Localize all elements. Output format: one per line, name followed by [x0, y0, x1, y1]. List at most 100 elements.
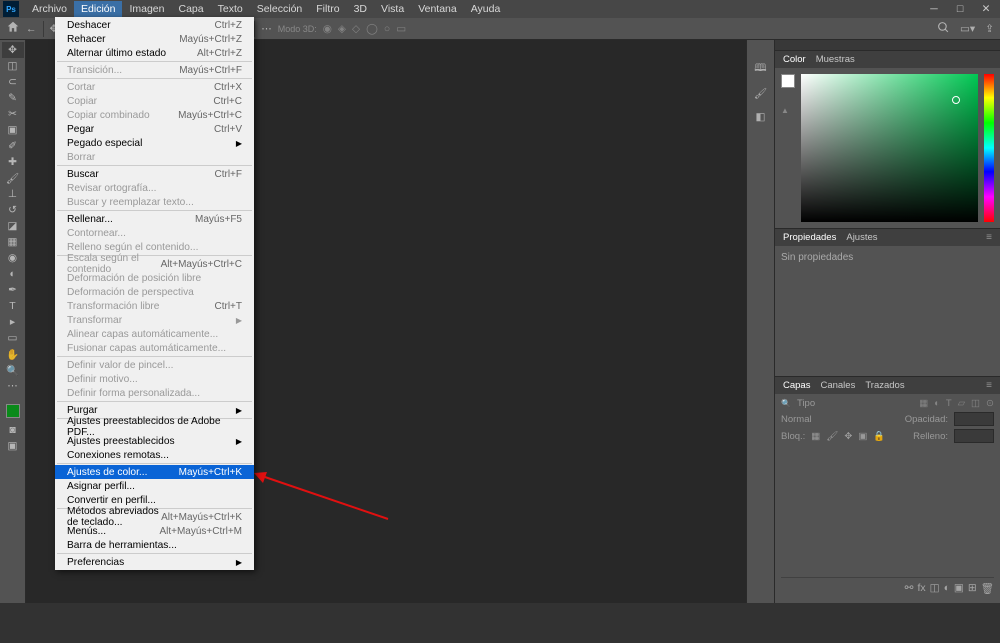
- link-layers-icon[interactable]: ⚯: [905, 582, 914, 595]
- lock-pixels-icon[interactable]: 🖌: [826, 431, 838, 442]
- menu-item-preferencias[interactable]: Preferencias▶: [55, 555, 254, 569]
- menu-ayuda[interactable]: Ayuda: [464, 1, 508, 17]
- layer-mask-icon[interactable]: ◫: [930, 582, 940, 595]
- fg-color-swatch[interactable]: [781, 74, 795, 88]
- filter-toggle[interactable]: ⊙: [986, 398, 994, 409]
- filter-shape-icon[interactable]: ▱: [958, 398, 965, 409]
- quickmask-tool[interactable]: ◙: [2, 422, 24, 438]
- menu-imagen[interactable]: Imagen: [122, 1, 171, 17]
- screenmode-tool[interactable]: ▣: [2, 438, 24, 454]
- hue-slider[interactable]: [984, 74, 994, 222]
- 3d-cam-icon[interactable]: ▭: [396, 23, 406, 35]
- tab-swatches[interactable]: Muestras: [816, 54, 855, 65]
- menu-item-rellenar[interactable]: Rellenar...Mayús+F5: [55, 212, 254, 226]
- blur-tool[interactable]: ◉: [2, 250, 24, 266]
- menu-item-m-todos-abreviados-de-teclado[interactable]: Métodos abreviados de teclado...Alt+Mayú…: [55, 510, 254, 524]
- panel-menu-icon[interactable]: ≡: [986, 380, 992, 391]
- lasso-tool[interactable]: ⊂: [2, 74, 24, 90]
- quick-select-tool[interactable]: ✎: [2, 90, 24, 106]
- panel-menu-icon[interactable]: ≡: [986, 232, 992, 243]
- menu-3d[interactable]: 3D: [347, 1, 374, 17]
- menu-item-rehacer[interactable]: RehacerMayús+Ctrl+Z: [55, 32, 254, 46]
- menu-texto[interactable]: Texto: [211, 1, 250, 17]
- type-tool[interactable]: T: [2, 298, 24, 314]
- filter-smart-icon[interactable]: ◫: [971, 398, 980, 409]
- heal-tool[interactable]: ✚: [2, 154, 24, 170]
- learn-icon[interactable]: 🕮: [752, 60, 770, 78]
- lock-nested-icon[interactable]: ▣: [858, 431, 867, 442]
- menu-ventana[interactable]: Ventana: [411, 1, 464, 17]
- crop-tool[interactable]: ✂: [2, 106, 24, 122]
- workspace-icon[interactable]: ▭▾: [960, 23, 975, 35]
- filter-adj-icon[interactable]: ◐: [934, 398, 940, 409]
- menu-item-deshacer[interactable]: DeshacerCtrl+Z: [55, 18, 254, 32]
- menu-item-convertir-en-perfil[interactable]: Convertir en perfil...: [55, 493, 254, 507]
- lock-all-icon[interactable]: 🔒: [873, 431, 885, 442]
- lock-transparent-icon[interactable]: ▦: [811, 431, 820, 442]
- frame-tool[interactable]: ▣: [2, 122, 24, 138]
- blend-mode-label[interactable]: Normal: [781, 414, 812, 425]
- tab-layers[interactable]: Capas: [783, 380, 810, 391]
- menu-item-alternar-ltimo-estado[interactable]: Alternar último estadoAlt+Ctrl+Z: [55, 46, 254, 60]
- gradient-tool[interactable]: ▦: [2, 234, 24, 250]
- 3d-slide-icon[interactable]: ◇: [352, 23, 360, 35]
- stamp-tool[interactable]: ⊥: [2, 186, 24, 202]
- lock-position-icon[interactable]: ✥: [844, 431, 852, 442]
- eraser-tool[interactable]: ◪: [2, 218, 24, 234]
- minimize-button[interactable]: ─: [928, 3, 940, 15]
- new-layer-icon[interactable]: ⊞: [968, 582, 977, 595]
- tab-properties[interactable]: Propiedades: [783, 232, 836, 243]
- filter-pixel-icon[interactable]: ▦: [919, 398, 928, 409]
- menu-edición[interactable]: Edición: [74, 1, 122, 17]
- close-button[interactable]: ✕: [980, 3, 992, 15]
- menu-item-buscar[interactable]: BuscarCtrl+F: [55, 167, 254, 181]
- more-icon[interactable]: ⋯: [261, 23, 272, 35]
- share-icon[interactable]: ⇪: [985, 23, 994, 35]
- arrow-icon[interactable]: ←: [26, 23, 37, 35]
- history-icon[interactable]: ◧: [752, 108, 770, 126]
- marquee-tool[interactable]: ◫: [2, 58, 24, 74]
- color-swatches[interactable]: [6, 400, 20, 422]
- menu-item-pegar[interactable]: PegarCtrl+V: [55, 122, 254, 136]
- color-picker-area[interactable]: [801, 74, 978, 222]
- filter-type-icon[interactable]: T: [946, 398, 952, 409]
- dodge-tool[interactable]: ◐: [2, 266, 24, 282]
- menu-item-ajustes-preestablecidos-de-adobe-pdf[interactable]: Ajustes preestablecidos de Adobe PDF...: [55, 420, 254, 434]
- 3d-orbit-icon[interactable]: ◉: [323, 23, 332, 35]
- history-brush-tool[interactable]: ↺: [2, 202, 24, 218]
- path-select-tool[interactable]: ▸: [2, 314, 24, 330]
- search-icon[interactable]: [937, 21, 950, 37]
- tab-channels[interactable]: Canales: [820, 380, 855, 391]
- eyedropper-tool[interactable]: ✐: [2, 138, 24, 154]
- brush-tool[interactable]: 🖌: [2, 170, 24, 186]
- layer-style-icon[interactable]: fx: [917, 582, 925, 595]
- menu-item-conexiones-remotas[interactable]: Conexiones remotas...: [55, 448, 254, 462]
- menu-item-purgar[interactable]: Purgar▶: [55, 403, 254, 417]
- adjustment-layer-icon[interactable]: ◐: [944, 582, 950, 595]
- move-tool[interactable]: ✥: [2, 42, 24, 58]
- opacity-input[interactable]: [954, 412, 994, 426]
- 3d-roll-icon[interactable]: ○: [384, 23, 390, 35]
- delete-layer-icon[interactable]: 🗑: [981, 582, 994, 595]
- home-icon[interactable]: [6, 20, 20, 37]
- 3d-scale-icon[interactable]: ◯: [366, 23, 378, 35]
- zoom-tool[interactable]: 🔍: [2, 362, 24, 378]
- menu-item-ajustes-de-color[interactable]: Ajustes de color...Mayús+Ctrl+K: [55, 465, 254, 479]
- fill-input[interactable]: [954, 429, 994, 443]
- maximize-button[interactable]: □: [954, 3, 966, 15]
- group-icon[interactable]: ▣: [954, 582, 964, 595]
- tab-adjustments[interactable]: Ajustes: [846, 232, 877, 243]
- edit-toolbar[interactable]: ⋯: [2, 378, 24, 394]
- 3d-pan-icon[interactable]: ◈: [338, 23, 346, 35]
- menu-capa[interactable]: Capa: [172, 1, 211, 17]
- pen-tool[interactable]: ✒: [2, 282, 24, 298]
- menu-item-pegado-especial[interactable]: Pegado especial▶: [55, 136, 254, 150]
- menu-vista[interactable]: Vista: [374, 1, 411, 17]
- menu-filtro[interactable]: Filtro: [309, 1, 346, 17]
- tab-color[interactable]: Color: [783, 54, 806, 65]
- brushes-icon[interactable]: 🖌: [752, 84, 770, 102]
- menu-item-barra-de-herramientas[interactable]: Barra de herramientas...: [55, 538, 254, 552]
- menu-archivo[interactable]: Archivo: [25, 1, 74, 17]
- tab-paths[interactable]: Trazados: [865, 380, 904, 391]
- menu-selección[interactable]: Selección: [250, 1, 310, 17]
